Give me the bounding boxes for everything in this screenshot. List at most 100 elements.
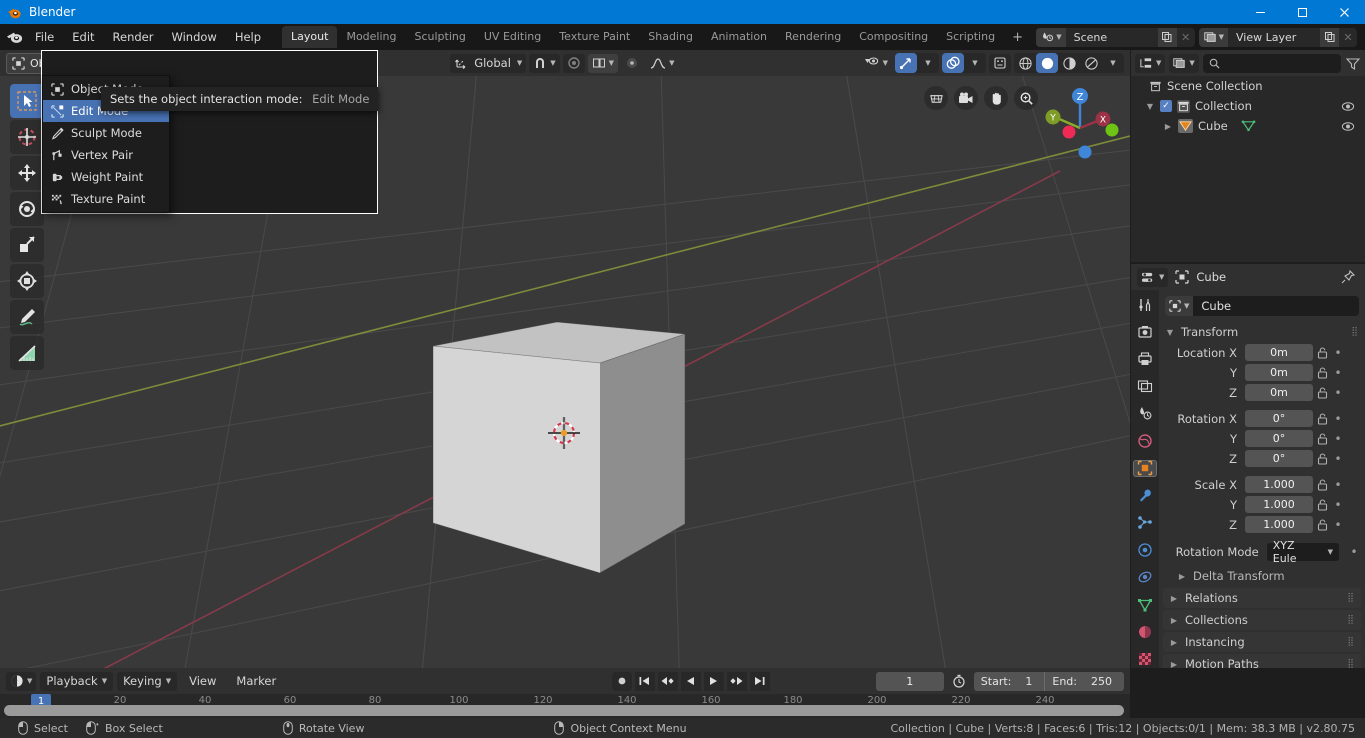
proportional-falloff-dropdown[interactable]: ▼ — [587, 53, 619, 73]
current-frame-input[interactable]: 1 — [875, 671, 944, 691]
zoom-view-icon[interactable] — [1014, 86, 1038, 110]
outliner-row-collection[interactable]: ▼ ✓ Collection — [1131, 96, 1365, 116]
minimize-button[interactable] — [1239, 0, 1281, 24]
properties-tab-particles[interactable] — [1133, 514, 1157, 531]
relations-panel-header[interactable]: ▶ Relations ⣿ — [1163, 588, 1361, 608]
location-x-input[interactable]: 0m — [1245, 344, 1313, 361]
jump-to-prev-keyframe-button[interactable] — [657, 671, 678, 691]
gizmo-toggle[interactable] — [895, 53, 917, 73]
toggle-orthographic-icon[interactable] — [924, 86, 948, 110]
jump-to-start-button[interactable] — [634, 671, 655, 691]
properties-tab-world[interactable] — [1133, 432, 1157, 449]
timeline-editor-type-dropdown[interactable]: ▼ — [6, 671, 37, 691]
workspace-tab-scripting[interactable]: Scripting — [937, 26, 1004, 48]
visibility-dropdown[interactable]: ▼ — [860, 54, 892, 73]
rotation-x-input[interactable]: 0° — [1245, 410, 1313, 427]
workspace-tab-texture-paint[interactable]: Texture Paint — [550, 26, 639, 48]
record-button[interactable] — [611, 671, 632, 691]
pin-icon[interactable] — [1341, 270, 1355, 284]
animate-property-icon[interactable]: • — [1331, 453, 1345, 465]
hide-in-viewport-icon[interactable] — [1341, 101, 1355, 112]
animate-property-icon[interactable]: • — [1347, 546, 1361, 558]
scale-x-input[interactable]: 1.000 — [1245, 476, 1313, 493]
workspace-tab-uv-editing[interactable]: UV Editing — [475, 26, 550, 48]
lock-icon[interactable] — [1313, 518, 1331, 531]
timeline-menu-view[interactable]: View — [181, 671, 224, 691]
transform-orientation-dropdown[interactable]: Global ▼ — [450, 53, 527, 73]
lock-icon[interactable] — [1313, 386, 1331, 399]
mode-option-texture-paint[interactable]: Texture Paint — [43, 188, 169, 210]
properties-editor-type-dropdown[interactable]: ▼ — [1137, 267, 1169, 287]
scale-tool[interactable] — [10, 228, 44, 262]
outliner-row-cube[interactable]: ▶ Cube — [1131, 116, 1365, 136]
instancing-panel-header[interactable]: ▶ Instancing ⣿ — [1163, 632, 1361, 652]
workspace-tab-shading[interactable]: Shading — [639, 26, 702, 48]
view-layer-selector[interactable]: ▼ View Layer ✕ — [1198, 27, 1357, 47]
annotate-tool[interactable] — [10, 300, 44, 334]
navigation-gizmo[interactable]: Z Y X — [1038, 82, 1122, 166]
transform-tool[interactable] — [10, 264, 44, 298]
shading-solid[interactable] — [1036, 53, 1058, 73]
timeline-horizontal-scrollbar[interactable] — [4, 705, 1124, 716]
animate-property-icon[interactable]: • — [1331, 387, 1345, 399]
lock-icon[interactable] — [1313, 366, 1331, 379]
outliner-row-scene-collection[interactable]: Scene Collection — [1131, 76, 1365, 96]
collection-checkbox[interactable]: ✓ — [1160, 100, 1172, 112]
properties-tab-constraints[interactable] — [1133, 569, 1157, 586]
mode-option-sculpt-mode[interactable]: Sculpt Mode — [43, 122, 169, 144]
drag-handle-icon[interactable]: ⣿ — [1347, 659, 1355, 668]
proportional-connected-toggle[interactable] — [621, 54, 643, 73]
lock-icon[interactable] — [1313, 452, 1331, 465]
animate-property-icon[interactable]: • — [1331, 413, 1345, 425]
workspace-tab-sculpting[interactable]: Sculpting — [406, 26, 475, 48]
scene-selector[interactable]: ▼ Scene ✕ — [1036, 27, 1195, 47]
shading-rendered[interactable] — [1080, 53, 1102, 73]
properties-tab-tool[interactable] — [1133, 296, 1157, 313]
rotation-mode-dropdown[interactable]: XYZ Eule ▼ — [1266, 539, 1340, 565]
jump-to-end-button[interactable] — [749, 671, 770, 691]
collections-panel-header[interactable]: ▶ Collections ⣿ — [1163, 610, 1361, 630]
menu-render[interactable]: Render — [104, 27, 163, 47]
timeline-menu-playback[interactable]: Playback ▼ — [40, 671, 114, 691]
start-frame-value[interactable]: 1 — [1018, 672, 1044, 691]
outliner-filter-view-layer[interactable]: ▼ — [1169, 53, 1199, 73]
unlink-view-layer-button[interactable]: ✕ — [1339, 28, 1357, 47]
blender-icon[interactable] — [4, 27, 26, 47]
overlays-dropdown[interactable]: ▼ — [964, 53, 986, 73]
timeline-menu-keying[interactable]: Keying ▼ — [117, 671, 178, 691]
outliner-search-input[interactable] — [1202, 53, 1341, 73]
animate-property-icon[interactable]: • — [1331, 499, 1345, 511]
maximize-button[interactable] — [1281, 0, 1323, 24]
lock-icon[interactable] — [1313, 498, 1331, 511]
end-frame-value[interactable]: 250 — [1084, 672, 1124, 691]
expand-triangle-icon[interactable]: ▼ — [1145, 102, 1155, 111]
xray-toggle[interactable] — [989, 53, 1011, 73]
properties-tab-texture[interactable] — [1133, 651, 1157, 668]
transform-panel-header[interactable]: ▼ Transform ⣿ — [1159, 322, 1365, 342]
menu-file[interactable]: File — [26, 27, 63, 47]
properties-tab-material[interactable] — [1133, 623, 1157, 640]
rotate-tool[interactable] — [10, 192, 44, 226]
rotation-y-input[interactable]: 0° — [1245, 430, 1313, 447]
object-id-field[interactable]: ▼ Cube — [1165, 296, 1359, 316]
properties-tab-view-layer[interactable] — [1133, 378, 1157, 395]
animate-property-icon[interactable]: • — [1331, 347, 1345, 359]
close-button[interactable] — [1323, 0, 1365, 24]
delta-transform-panel-header[interactable]: ▶ Delta Transform — [1159, 566, 1365, 586]
add-workspace-button[interactable]: + — [1004, 28, 1031, 47]
animate-property-icon[interactable]: • — [1331, 367, 1345, 379]
properties-tab-modifiers[interactable] — [1133, 487, 1157, 504]
properties-tab-render[interactable] — [1133, 323, 1157, 340]
shading-material-preview[interactable] — [1058, 53, 1080, 73]
new-scene-button[interactable] — [1157, 27, 1177, 47]
move-tool[interactable] — [10, 156, 44, 190]
falloff-curve-dropdown[interactable]: ▼ — [646, 54, 678, 73]
drag-handle-icon[interactable]: ⣿ — [1347, 637, 1355, 647]
properties-tab-output[interactable] — [1133, 351, 1157, 368]
jump-to-next-keyframe-button[interactable] — [726, 671, 747, 691]
overlays-toggle[interactable] — [942, 53, 964, 73]
camera-view-icon[interactable] — [954, 86, 978, 110]
unlink-scene-button[interactable]: ✕ — [1177, 28, 1195, 47]
gizmo-dropdown[interactable]: ▼ — [917, 53, 939, 73]
properties-tab-scene[interactable] — [1133, 405, 1157, 422]
